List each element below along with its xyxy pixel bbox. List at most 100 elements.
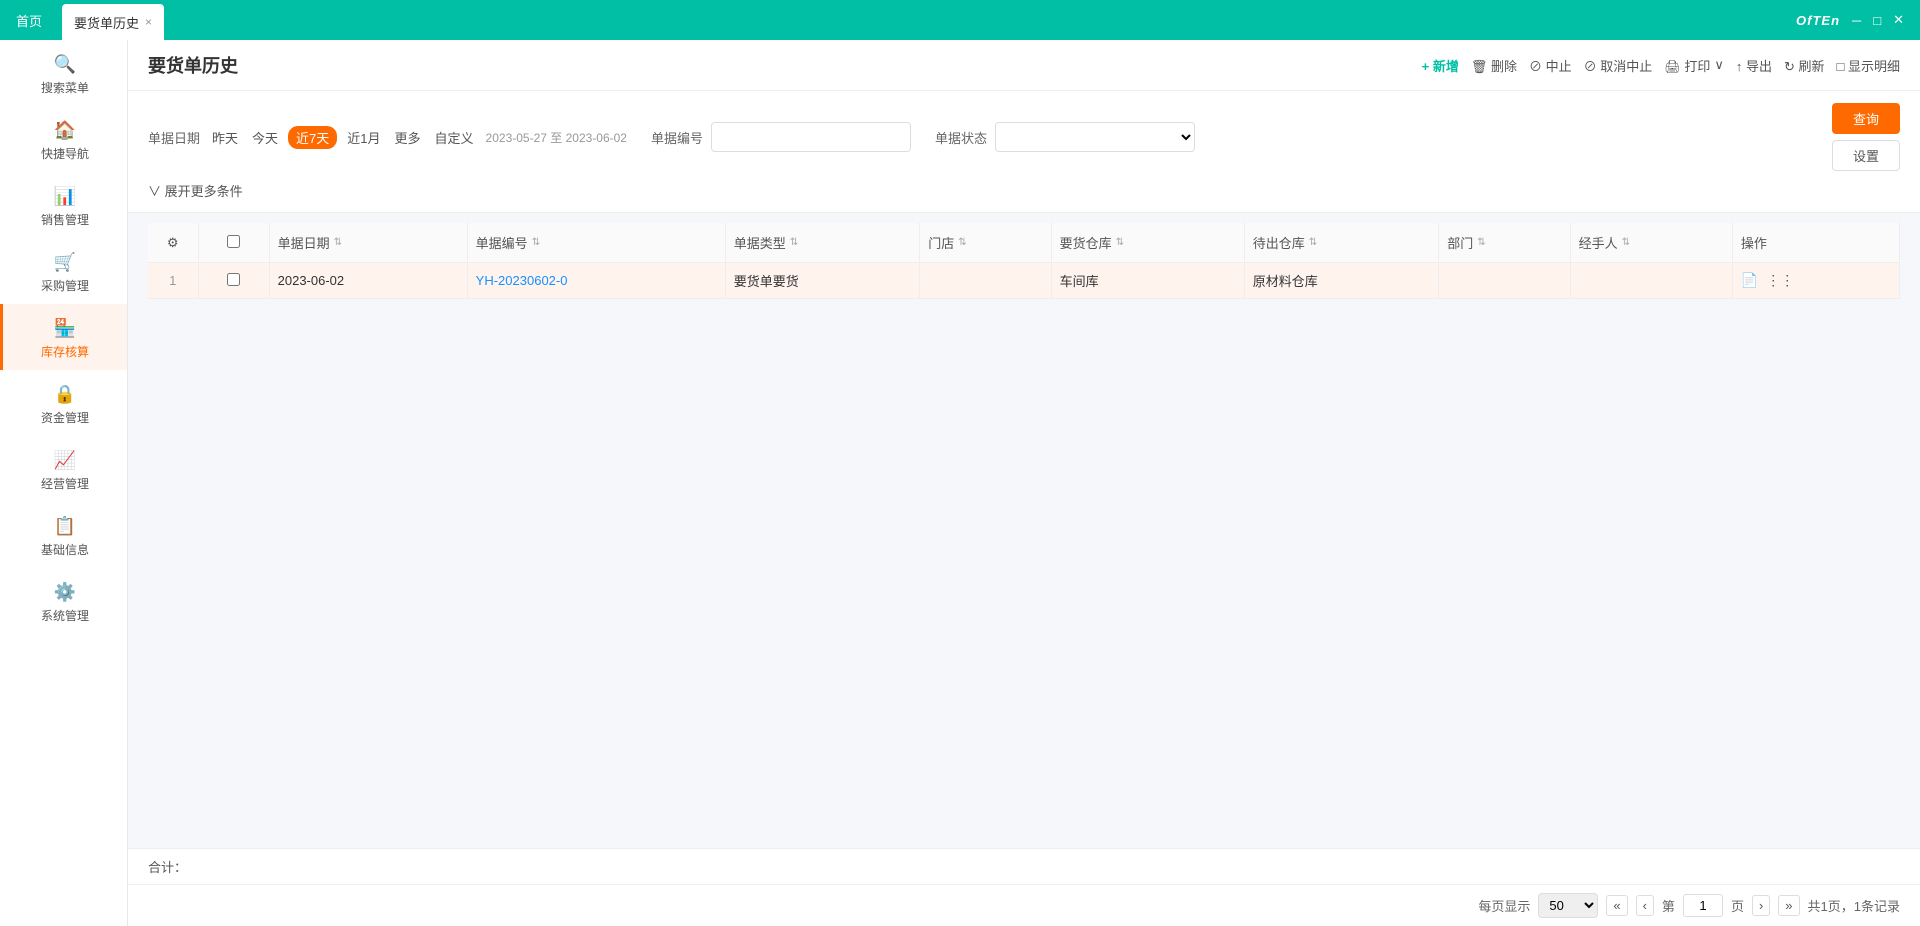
sidebar-item-basic-info[interactable]: 📋 基础信息	[0, 502, 127, 568]
page-number-input[interactable]	[1683, 894, 1723, 917]
sidebar-label-operations: 经营管理	[41, 475, 89, 492]
page-header: 要货单历史 + 新增 🗑 删除 ⊘ 中止 ⊘ 取消中止 🖨 打印 ∨ ↑ 导出 …	[128, 40, 1920, 91]
tab-active-label: 要货单历史	[74, 13, 139, 32]
sidebar-label-sales: 销售管理	[41, 211, 89, 228]
operations-icon: 📈	[54, 450, 76, 471]
sidebar-item-finance[interactable]: 🔒 资金管理	[0, 370, 127, 436]
th-dept-label: 部门	[1447, 233, 1473, 252]
row-handler	[1570, 263, 1732, 299]
cancel-stop-button[interactable]: ⊘ 取消中止	[1584, 56, 1653, 75]
row-more-icon[interactable]: ⋮⋮	[1766, 272, 1794, 289]
req-warehouse-sort-icon: ⇅	[1116, 237, 1124, 248]
date-btn-yesterday[interactable]: 昨天	[208, 126, 242, 149]
search-menu-icon: 🔍	[54, 54, 76, 75]
expand-more-button[interactable]: ∨ 展开更多条件	[148, 181, 243, 200]
row-ops: 📄 ⋮⋮	[1732, 263, 1899, 299]
status-select[interactable]	[995, 122, 1195, 152]
order-num-label: 单据编号	[651, 128, 703, 147]
th-handler-sort[interactable]: 经手人 ⇅	[1579, 233, 1724, 252]
date-btn-more[interactable]: 更多	[391, 126, 425, 149]
th-type-sort[interactable]: 单据类型 ⇅	[734, 233, 912, 252]
new-button[interactable]: + 新增	[1422, 56, 1459, 75]
row-checkbox[interactable]	[227, 273, 240, 286]
refresh-button[interactable]: ↻ 刷新	[1784, 56, 1825, 75]
sidebar-label-inventory: 库存核算	[41, 343, 89, 360]
order-num-filter-group: 单据编号	[651, 122, 911, 152]
th-date-sort[interactable]: 单据日期 ⇅	[278, 233, 459, 252]
sidebar-item-purchase[interactable]: 🛒 采购管理	[0, 238, 127, 304]
filter-area: 单据日期 昨天 今天 近7天 近1月 更多 自定义 2023-05-27 至 2…	[128, 91, 1920, 213]
sidebar-item-inventory[interactable]: 🏪 库存核算	[0, 304, 127, 370]
sidebar-item-quick-nav[interactable]: 🏠 快捷导航	[0, 106, 127, 172]
th-handler-label: 经手人	[1579, 233, 1618, 252]
delete-button[interactable]: 🗑 删除	[1471, 56, 1517, 75]
setting-button[interactable]: 设置	[1832, 140, 1900, 171]
sidebar-item-operations[interactable]: 📈 经营管理	[0, 436, 127, 502]
per-page-label: 每页显示	[1478, 896, 1530, 915]
date-btn-custom[interactable]: 自定义	[431, 126, 478, 149]
th-pending-warehouse-label: 待出仓库	[1253, 233, 1305, 252]
stop-button[interactable]: ⊘ 中止	[1529, 56, 1572, 75]
date-btn-today[interactable]: 今天	[248, 126, 282, 149]
sidebar-item-search-menu[interactable]: 🔍 搜索菜单	[0, 40, 127, 106]
prev-page-button[interactable]: ‹	[1636, 895, 1654, 916]
last-page-button[interactable]: »	[1778, 895, 1799, 916]
tab-active[interactable]: 要货单历史 ×	[62, 4, 164, 40]
filter-actions: 查询 设置	[1832, 103, 1900, 171]
sidebar: 🔍 搜索菜单 🏠 快捷导航 📊 销售管理 🛒 采购管理 🏪 库存核算 🔒 资金管…	[0, 40, 128, 926]
row-edit-icon[interactable]: 📄	[1741, 272, 1758, 289]
page-title: 要货单历史	[148, 52, 238, 90]
row-store	[920, 263, 1051, 299]
date-filter-group: 单据日期 昨天 今天 近7天 近1月 更多 自定义 2023-05-27 至 2…	[148, 126, 627, 149]
basic-info-icon: 📋	[54, 516, 76, 537]
table-row: 1 2023-06-02 YH-20230602-0 要货单要货 车间库 原材料…	[148, 263, 1900, 299]
tab-close-icon[interactable]: ×	[145, 15, 152, 29]
per-page-select[interactable]: 10 20 50 100	[1538, 893, 1598, 918]
th-store-sort[interactable]: 门店 ⇅	[928, 233, 1042, 252]
page-prefix-label: 第	[1662, 896, 1675, 915]
export-button[interactable]: ↑ 导出	[1736, 56, 1772, 75]
toolbar: + 新增 🗑 删除 ⊘ 中止 ⊘ 取消中止 🖨 打印 ∨ ↑ 导出 ↻ 刷新 □…	[1422, 56, 1900, 87]
th-dept-sort[interactable]: 部门 ⇅	[1447, 233, 1561, 252]
inventory-icon: 🏪	[54, 318, 76, 339]
window-close-icon[interactable]: ✕	[1893, 12, 1904, 28]
row-num-link[interactable]: YH-20230602-0	[467, 263, 725, 299]
row-seq: 1	[148, 263, 198, 299]
print-button[interactable]: 🖨 打印 ∨	[1664, 56, 1724, 75]
th-store-label: 门店	[928, 233, 954, 252]
date-btn-1month[interactable]: 近1月	[343, 126, 384, 149]
date-sort-icon: ⇅	[334, 237, 342, 248]
row-req-warehouse: 车间库	[1051, 263, 1244, 299]
row-checkbox-cell[interactable]	[198, 263, 269, 299]
sidebar-item-sys-mgmt[interactable]: ⚙️ 系统管理	[0, 568, 127, 634]
order-num-input[interactable]	[711, 122, 911, 152]
window-min-icon[interactable]: ─	[1852, 13, 1861, 28]
window-max-icon[interactable]: □	[1873, 13, 1881, 28]
select-all-checkbox[interactable]	[227, 235, 240, 248]
th-req-warehouse-sort[interactable]: 要货仓库 ⇅	[1060, 233, 1236, 252]
top-right-area: OfTEn ─ □ ✕	[1796, 12, 1920, 28]
th-num-sort[interactable]: 单据编号 ⇅	[476, 233, 717, 252]
sidebar-label-finance: 资金管理	[41, 409, 89, 426]
filter-row-1: 单据日期 昨天 今天 近7天 近1月 更多 自定义 2023-05-27 至 2…	[148, 103, 1900, 171]
th-pending-warehouse-sort[interactable]: 待出仓库 ⇅	[1253, 233, 1431, 252]
row-dept	[1439, 263, 1570, 299]
filter-row-expand: ∨ 展开更多条件	[148, 181, 1900, 200]
th-date: 单据日期 ⇅	[269, 223, 467, 263]
sidebar-item-sales[interactable]: 📊 销售管理	[0, 172, 127, 238]
th-settings[interactable]: ⚙	[148, 223, 198, 263]
date-btn-7days[interactable]: 近7天	[288, 126, 337, 149]
show-detail-button[interactable]: □ 显示明细	[1837, 56, 1900, 75]
th-num-label: 单据编号	[476, 233, 528, 252]
print-arrow-icon[interactable]: ∨	[1714, 57, 1724, 73]
sidebar-label-basic-info: 基础信息	[41, 541, 89, 558]
date-range-display: 2023-05-27 至 2023-06-02	[486, 129, 627, 146]
quick-nav-icon: 🏠	[54, 120, 76, 141]
next-page-button[interactable]: ›	[1752, 895, 1770, 916]
query-button[interactable]: 查询	[1832, 103, 1900, 134]
table-body: 1 2023-06-02 YH-20230602-0 要货单要货 车间库 原材料…	[148, 263, 1900, 299]
first-page-button[interactable]: «	[1606, 895, 1627, 916]
footer-summary: 合计：	[128, 848, 1920, 884]
settings-gear-icon[interactable]: ⚙	[167, 235, 179, 250]
tab-home[interactable]: 首页	[0, 0, 58, 40]
